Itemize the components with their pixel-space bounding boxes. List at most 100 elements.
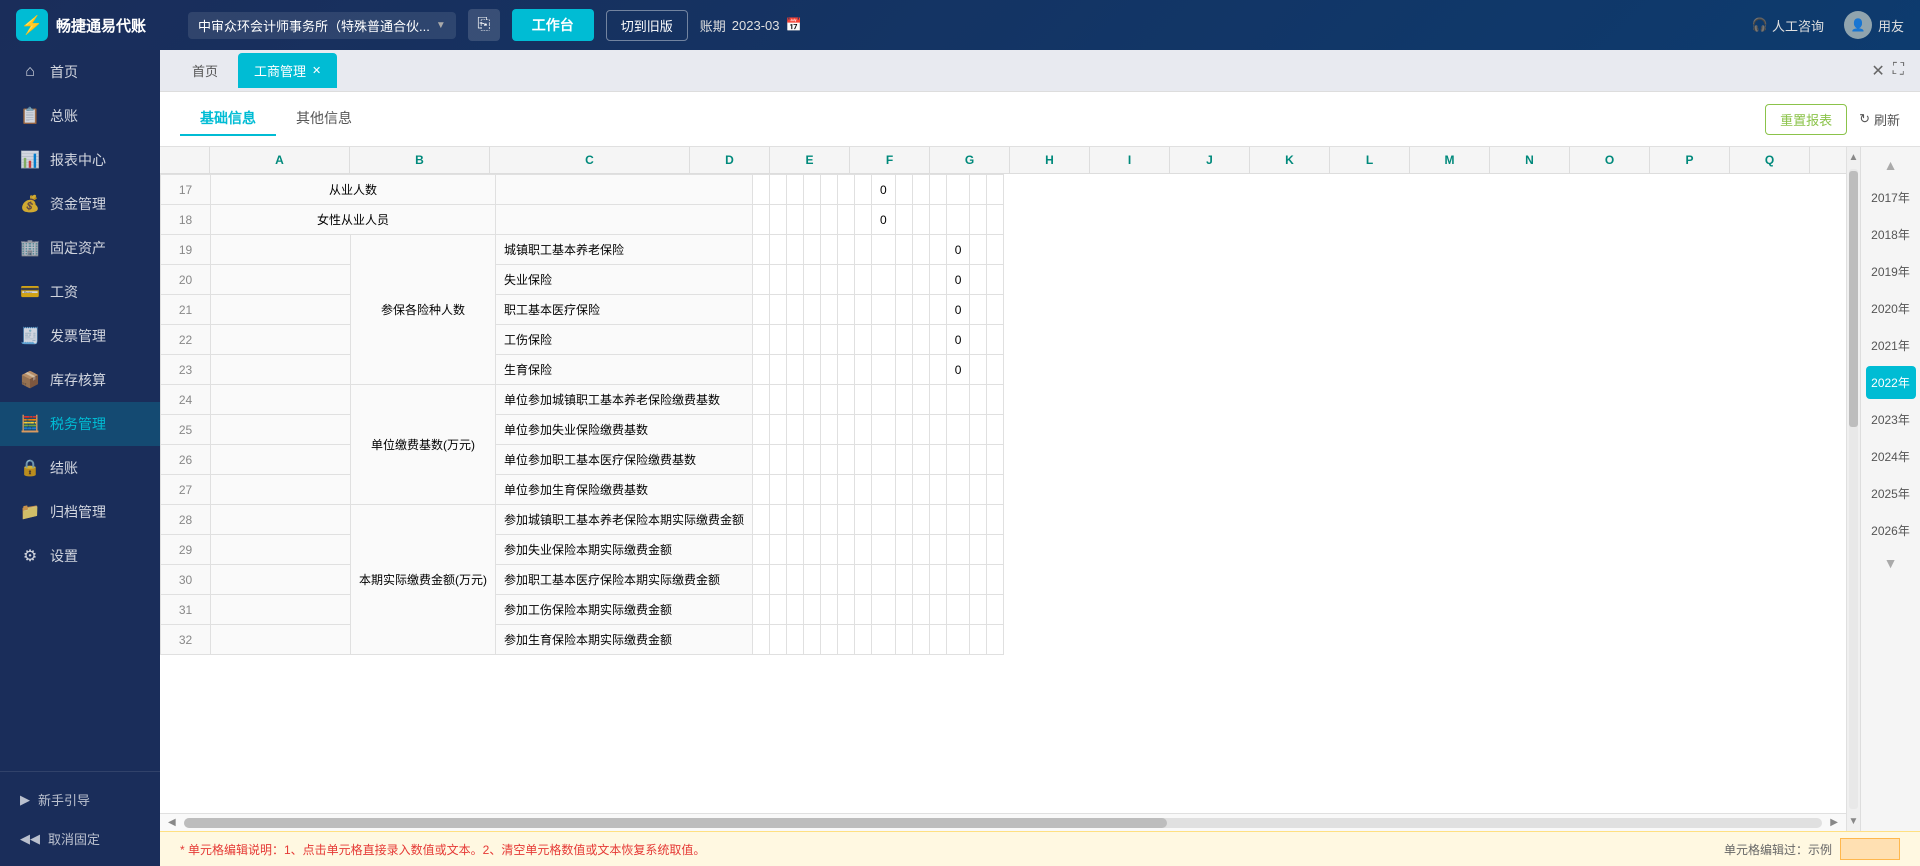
cell-20-a[interactable] (211, 265, 351, 295)
workbench-button[interactable]: 工作台 (512, 9, 594, 41)
cell-31-k[interactable] (872, 595, 896, 625)
vertical-scrollbar[interactable]: ▲ ▼ (1846, 147, 1860, 831)
cell-27-g[interactable] (804, 475, 821, 505)
cell-23-l[interactable] (895, 355, 912, 385)
cell-26-m[interactable] (912, 445, 929, 475)
cell-17-a[interactable]: 从业人数 (211, 175, 496, 205)
cell-32-j[interactable] (855, 625, 872, 655)
reset-report-button[interactable]: 重置报表 (1765, 104, 1847, 135)
cell-31-g[interactable] (804, 595, 821, 625)
cell-31-n[interactable] (929, 595, 946, 625)
cell-23-a[interactable] (211, 355, 351, 385)
cell-17-o[interactable] (946, 175, 970, 205)
horizontal-scrollbar[interactable]: ◀ ▶ (160, 813, 1846, 831)
cell-23-e[interactable] (770, 355, 787, 385)
cell-31-l[interactable] (895, 595, 912, 625)
cell-30-a[interactable] (211, 565, 351, 595)
cell-17-p[interactable] (970, 175, 987, 205)
sheet-scroll-area[interactable]: A B C D E F G H I J K L M N O (160, 147, 1846, 813)
cell-17-k[interactable]: 0 (872, 175, 896, 205)
cell-28-g[interactable] (804, 505, 821, 535)
cell-25-g[interactable] (804, 415, 821, 445)
cell-23-p[interactable] (970, 355, 987, 385)
cell-24-c[interactable]: 单位参加城镇职工基本养老保险缴费基数 (496, 385, 753, 415)
cell-32-n[interactable] (929, 625, 946, 655)
cell-19-q[interactable] (987, 235, 1004, 265)
cell-20-c[interactable]: 失业保险 (496, 265, 753, 295)
cell-26-j[interactable] (855, 445, 872, 475)
cell-19-o[interactable]: 0 (946, 235, 970, 265)
cell-27-o[interactable] (946, 475, 970, 505)
year-item-2023[interactable]: 2023年 (1866, 403, 1916, 436)
cell-26-e[interactable] (770, 445, 787, 475)
cell-29-c[interactable]: 参加失业保险本期实际缴费金额 (496, 535, 753, 565)
cell-24-a[interactable] (211, 385, 351, 415)
cell-19-m[interactable] (912, 235, 929, 265)
cell-23-f[interactable] (787, 355, 804, 385)
year-item-2024[interactable]: 2024年 (1866, 440, 1916, 473)
cell-18-c[interactable] (496, 205, 753, 235)
cell-21-a[interactable] (211, 295, 351, 325)
cell-26-a[interactable] (211, 445, 351, 475)
sidebar-item-archive[interactable]: 📁 归档管理 (0, 490, 160, 534)
cell-20-i[interactable] (838, 265, 855, 295)
cell-19-l[interactable] (895, 235, 912, 265)
cell-28-j[interactable] (855, 505, 872, 535)
cell-32-e[interactable] (770, 625, 787, 655)
cell-25-o[interactable] (946, 415, 970, 445)
cell-25-p[interactable] (970, 415, 987, 445)
cell-28-i[interactable] (838, 505, 855, 535)
cell-21-p[interactable] (970, 295, 987, 325)
cell-30-o[interactable] (946, 565, 970, 595)
cell-29-a[interactable] (211, 535, 351, 565)
scroll-left-icon[interactable]: ◀ (164, 817, 180, 828)
cell-24-n[interactable] (929, 385, 946, 415)
year-nav-up-icon[interactable]: ▲ (1871, 151, 1911, 179)
sidebar-item-funds[interactable]: 💰 资金管理 (0, 182, 160, 226)
cell-27-a[interactable] (211, 475, 351, 505)
cell-27-e[interactable] (770, 475, 787, 505)
cell-23-c[interactable]: 生育保险 (496, 355, 753, 385)
cell-27-i[interactable] (838, 475, 855, 505)
cell-28-o[interactable] (946, 505, 970, 535)
cell-22-c[interactable]: 工伤保险 (496, 325, 753, 355)
cell-17-c[interactable] (496, 175, 753, 205)
cell-24-j[interactable] (855, 385, 872, 415)
scroll-right-icon[interactable]: ▶ (1826, 817, 1842, 828)
cell-18-j[interactable] (855, 205, 872, 235)
cell-27-n[interactable] (929, 475, 946, 505)
cell-22-j[interactable] (855, 325, 872, 355)
cell-20-p[interactable] (970, 265, 987, 295)
cell-26-d[interactable] (753, 445, 770, 475)
cell-23-m[interactable] (912, 355, 929, 385)
scroll-down-icon[interactable]: ▼ (1847, 811, 1860, 831)
cell-28-e[interactable] (770, 505, 787, 535)
cell-20-e[interactable] (770, 265, 787, 295)
cell-32-g[interactable] (804, 625, 821, 655)
cell-26-q[interactable] (987, 445, 1004, 475)
cell-28-c[interactable]: 参加城镇职工基本养老保险本期实际缴费金额 (496, 505, 753, 535)
cell-27-k[interactable] (872, 475, 896, 505)
cell-19-e[interactable] (770, 235, 787, 265)
v-scroll-area[interactable] (1849, 169, 1858, 809)
cell-20-o[interactable]: 0 (946, 265, 970, 295)
cell-18-d[interactable] (753, 205, 770, 235)
cell-18-a[interactable]: 女性从业人员 (211, 205, 496, 235)
cell-22-q[interactable] (987, 325, 1004, 355)
cell-20-m[interactable] (912, 265, 929, 295)
cell-22-l[interactable] (895, 325, 912, 355)
cell-26-n[interactable] (929, 445, 946, 475)
window-expand-icon[interactable]: ⛶ (1893, 61, 1904, 81)
old-version-button[interactable]: 切到旧版 (606, 10, 688, 41)
cell-29-o[interactable] (946, 535, 970, 565)
cell-30-p[interactable] (970, 565, 987, 595)
cell-29-l[interactable] (895, 535, 912, 565)
unpin-button[interactable]: ◀◀ 取消固定 (0, 819, 160, 858)
cell-32-c[interactable]: 参加生育保险本期实际缴费金额 (496, 625, 753, 655)
cell-22-p[interactable] (970, 325, 987, 355)
cell-17-d[interactable] (753, 175, 770, 205)
cell-30-g[interactable] (804, 565, 821, 595)
cell-21-f[interactable] (787, 295, 804, 325)
cell-19-p[interactable] (970, 235, 987, 265)
cell-21-l[interactable] (895, 295, 912, 325)
